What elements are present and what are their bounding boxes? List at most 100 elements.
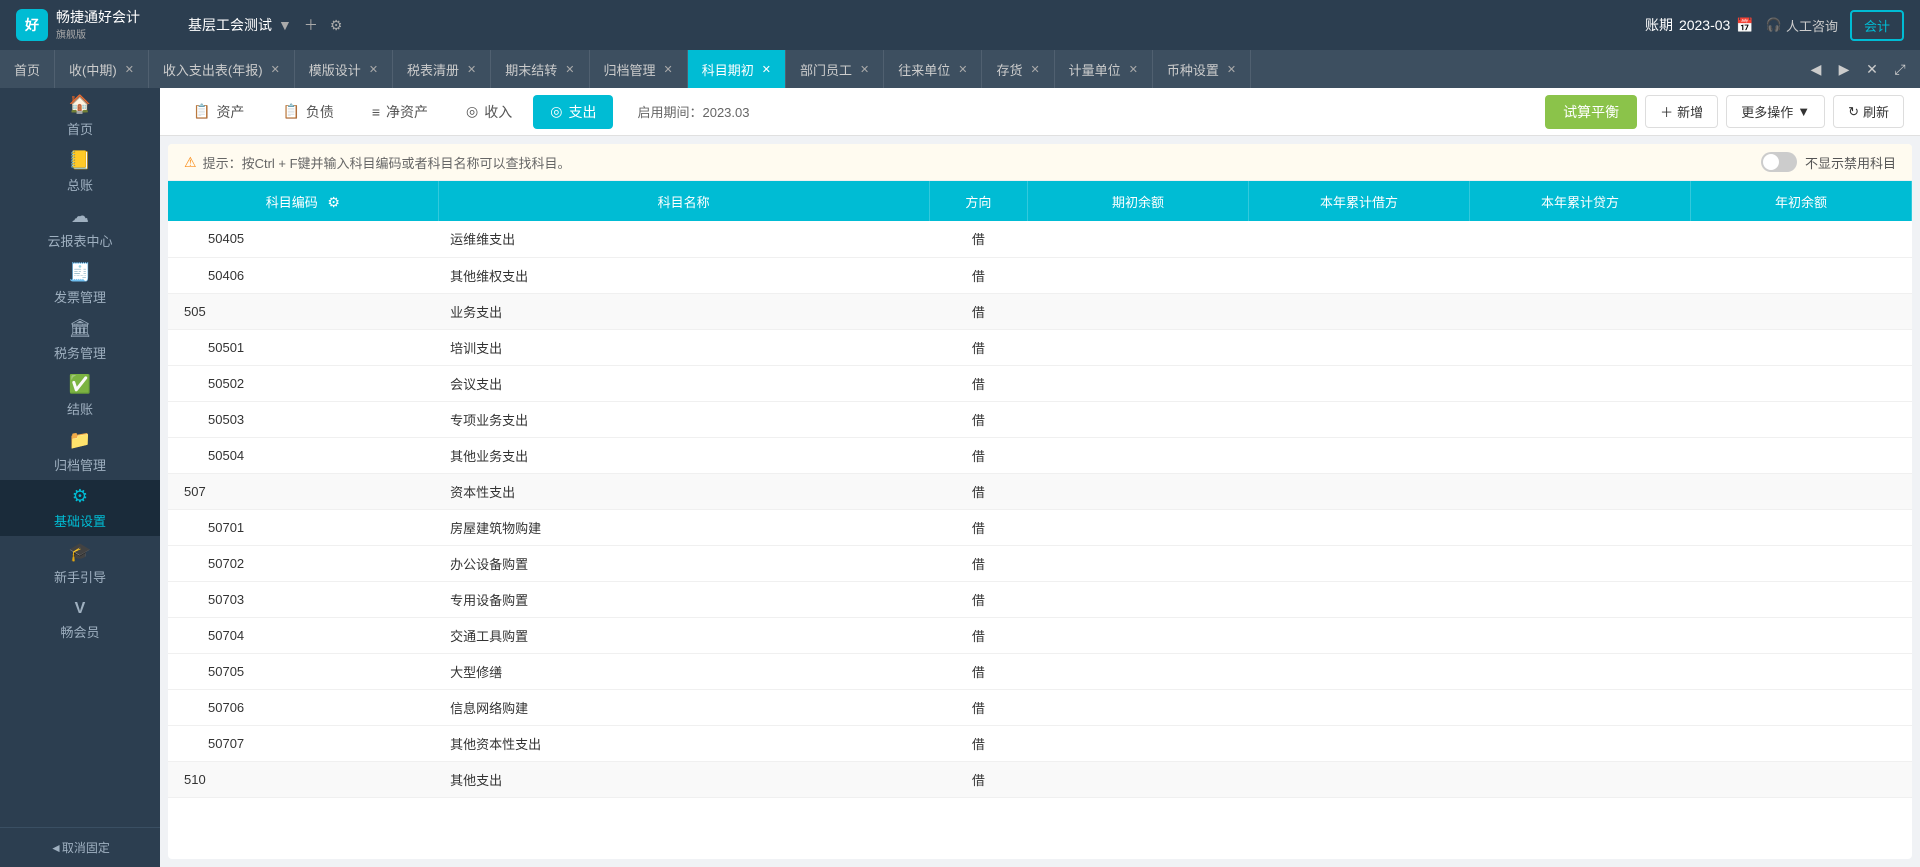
table-row[interactable]: 50702 办公设备购置 借	[168, 545, 1912, 581]
sidebar-item-guide[interactable]: 🎓 新手引导	[0, 536, 160, 592]
tab-mid-close[interactable]: ✕	[125, 63, 134, 76]
table-row[interactable]: 505 业务支出 借	[168, 293, 1912, 329]
help-button[interactable]: 🎧 人工咨询	[1766, 16, 1838, 35]
table-row[interactable]: 510 其他支出 借	[168, 761, 1912, 797]
sub-tab-expense[interactable]: ◎ 支出	[533, 95, 613, 129]
sidebar-guide-label: 新手引导	[54, 567, 106, 586]
sidebar-item-archive[interactable]: 📁 归档管理	[0, 424, 160, 480]
table-row[interactable]: 50405 运维维支出 借	[168, 221, 1912, 257]
tab-inventory[interactable]: 存货 ✕	[982, 50, 1054, 88]
refresh-button[interactable]: ↻ 刷新	[1833, 95, 1904, 128]
tab-inventory-close[interactable]: ✕	[1030, 63, 1039, 76]
table-row[interactable]: 50706 信息网络购建 借	[168, 689, 1912, 725]
tab-close-all-button[interactable]: ✕	[1860, 57, 1884, 81]
table-row[interactable]: 50707 其他资本性支出 借	[168, 725, 1912, 761]
table-row[interactable]: 50704 交通工具购置 借	[168, 617, 1912, 653]
table-row[interactable]: 507 资本性支出 借	[168, 473, 1912, 509]
tab-next-button[interactable]: ▶	[1832, 57, 1856, 81]
sidebar-item-reports[interactable]: ☁ 云报表中心	[0, 200, 160, 256]
tab-dept-close[interactable]: ✕	[860, 63, 869, 76]
tab-archive-label: 归档管理	[604, 60, 656, 79]
table-row[interactable]: 50504 其他业务支出 借	[168, 437, 1912, 473]
calendar-icon[interactable]: 📅	[1736, 17, 1753, 34]
sidebar-item-member[interactable]: V 畅会员	[0, 592, 160, 648]
close-period-icon: ✅	[69, 374, 91, 395]
table-row[interactable]: 50503 专项业务支出 借	[168, 401, 1912, 437]
tab-mid[interactable]: 收(中期) ✕	[55, 50, 149, 88]
cell-ytd-credit	[1469, 545, 1690, 581]
cell-ytd-credit	[1469, 257, 1690, 293]
table-row[interactable]: 50501 培训支出 借	[168, 329, 1912, 365]
cell-code: 50702	[168, 545, 438, 581]
tab-subject-init[interactable]: 科目期初 ✕	[688, 50, 786, 88]
table-row[interactable]: 50705 大型修缮 借	[168, 653, 1912, 689]
tab-unit[interactable]: 计量单位 ✕	[1055, 50, 1153, 88]
cell-year-init	[1690, 365, 1911, 401]
cell-name: 专项业务支出	[438, 401, 929, 437]
add-button[interactable]: ＋ 新增	[1645, 95, 1718, 128]
table-body: 50405 运维维支出 借 50406 其他维权支出 借 505 业务支出 借 …	[168, 221, 1912, 797]
disable-subject-toggle[interactable]	[1761, 152, 1797, 172]
col-ytd-debit: 本年累计借方	[1248, 181, 1469, 221]
tab-archive-close[interactable]: ✕	[664, 63, 673, 76]
tab-currency[interactable]: 币种设置 ✕	[1153, 50, 1251, 88]
table-row[interactable]: 50502 会议支出 借	[168, 365, 1912, 401]
sidebar-item-tax[interactable]: 🏛 税务管理	[0, 312, 160, 368]
tab-subject-init-close[interactable]: ✕	[762, 63, 771, 76]
cell-ytd-credit	[1469, 653, 1690, 689]
sub-tab-liability[interactable]: 📋 负债	[265, 95, 350, 129]
sidebar-item-home[interactable]: 🏠 首页	[0, 88, 160, 144]
tab-expand-button[interactable]: ⤢	[1888, 57, 1912, 81]
company-name: 基层工会测试	[188, 15, 272, 35]
table-row[interactable]: 50701 房屋建筑物购建 借	[168, 509, 1912, 545]
refresh-label: 刷新	[1863, 102, 1889, 121]
tab-annual[interactable]: 收入支出表(年报) ✕	[149, 50, 295, 88]
table-row[interactable]: 50406 其他维权支出 借	[168, 257, 1912, 293]
sub-tab-income[interactable]: ◎ 收入	[449, 95, 529, 129]
tab-template[interactable]: 模版设计 ✕	[295, 50, 393, 88]
settings-icon[interactable]: ⚙	[330, 17, 343, 34]
balance-button[interactable]: 试算平衡	[1545, 95, 1637, 129]
cell-name: 信息网络购建	[438, 689, 929, 725]
tab-tax[interactable]: 税表清册 ✕	[393, 50, 491, 88]
tab-template-close[interactable]: ✕	[369, 63, 378, 76]
dropdown-arrow-icon[interactable]: ▼	[278, 17, 292, 33]
sidebar-item-settings[interactable]: ⚙ 基础设置	[0, 480, 160, 536]
tab-annual-close[interactable]: ✕	[271, 63, 280, 76]
sidebar-item-ledger[interactable]: 📒 总账	[0, 144, 160, 200]
column-settings-icon[interactable]: ⚙	[327, 194, 340, 210]
cell-direction: 借	[929, 725, 1027, 761]
add-company-icon[interactable]: ＋	[304, 15, 318, 35]
cell-init-balance	[1027, 257, 1248, 293]
sidebar-item-invoice[interactable]: 🧾 发票管理	[0, 256, 160, 312]
tab-partner-close[interactable]: ✕	[958, 63, 967, 76]
headset-icon: 🎧	[1766, 17, 1782, 33]
cell-code: 50705	[168, 653, 438, 689]
cell-code: 50406	[168, 257, 438, 293]
tab-dept[interactable]: 部门员工 ✕	[786, 50, 884, 88]
tab-archive[interactable]: 归档管理 ✕	[590, 50, 688, 88]
tab-tax-close[interactable]: ✕	[467, 63, 476, 76]
cell-year-init	[1690, 401, 1911, 437]
tab-prev-button[interactable]: ◀	[1804, 57, 1828, 81]
tab-unit-close[interactable]: ✕	[1129, 63, 1138, 76]
sidebar-reports-label: 云报表中心	[47, 231, 112, 250]
warning-icon: ⚠	[184, 154, 197, 171]
sub-tab-net-asset[interactable]: ≡ 净资产	[355, 95, 445, 129]
tab-period-end-close[interactable]: ✕	[565, 63, 574, 76]
tab-partner[interactable]: 往来单位 ✕	[884, 50, 982, 88]
cell-year-init	[1690, 545, 1911, 581]
tab-period-end[interactable]: 期末结转 ✕	[491, 50, 589, 88]
account-button[interactable]: 会计	[1850, 10, 1904, 41]
table-row[interactable]: 50703 专用设备购置 借	[168, 581, 1912, 617]
tab-home[interactable]: 首页	[0, 50, 55, 88]
cell-year-init	[1690, 689, 1911, 725]
sidebar-pin-button[interactable]: ◄取消固定	[0, 827, 160, 867]
more-ops-icon: ▼	[1797, 104, 1810, 119]
more-ops-button[interactable]: 更多操作 ▼	[1726, 95, 1825, 128]
sub-tab-asset[interactable]: 📋 资产	[176, 95, 261, 129]
tab-currency-close[interactable]: ✕	[1227, 63, 1236, 76]
cell-ytd-credit	[1469, 473, 1690, 509]
sidebar: 🏠 首页 📒 总账 ☁ 云报表中心 🧾 发票管理 🏛 税务管理 ✅ 结账 📁 归…	[0, 88, 160, 867]
sidebar-item-close[interactable]: ✅ 结账	[0, 368, 160, 424]
